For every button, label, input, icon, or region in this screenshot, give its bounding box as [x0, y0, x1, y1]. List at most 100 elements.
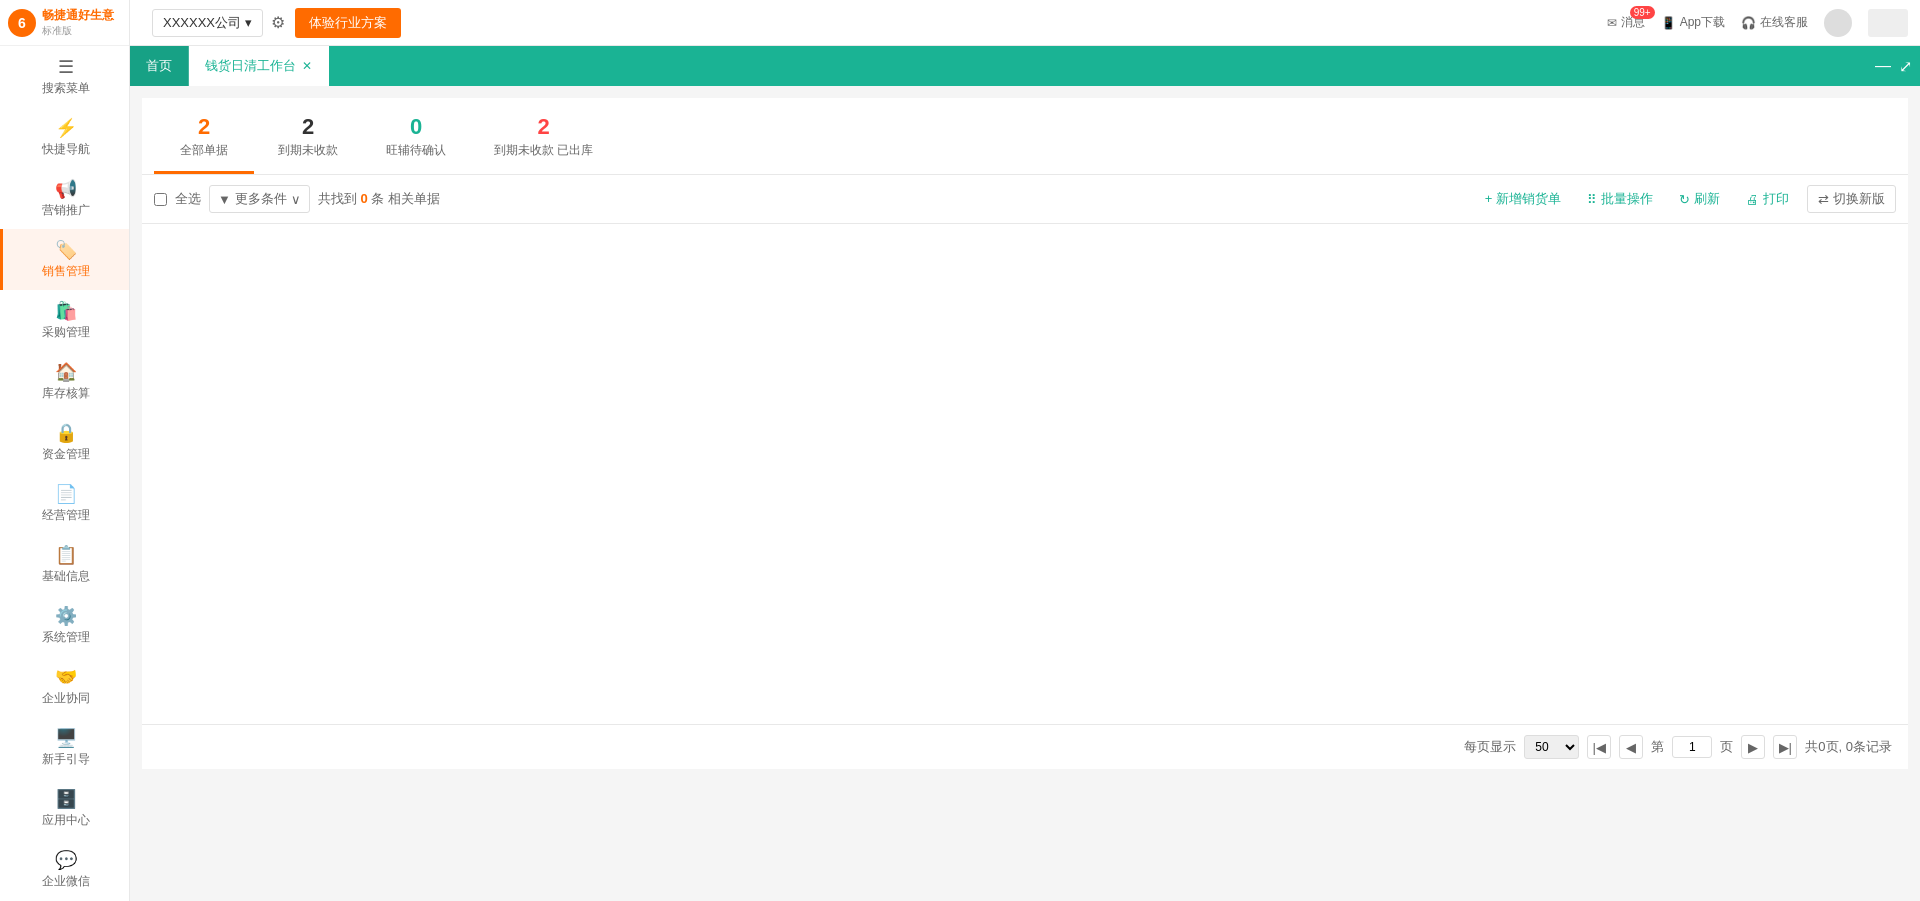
- sidebar-item-search-menu[interactable]: ☰ 搜索菜单: [0, 46, 129, 107]
- maximize-icon[interactable]: ⤢: [1899, 57, 1912, 76]
- sidebar-item-cooperation[interactable]: 🤝 企业协同: [0, 656, 129, 717]
- filter-icon: ▼: [218, 192, 231, 207]
- sidebar-item-operations[interactable]: 📄 经营管理: [0, 473, 129, 534]
- inventory-icon: 🏠: [55, 361, 77, 383]
- tab-close-icon[interactable]: ✕: [302, 59, 312, 73]
- search-menu-icon: ☰: [58, 56, 74, 78]
- stat-label-overdue-shipped: 到期未收款 已出库: [494, 142, 593, 159]
- switch-icon: ⇄: [1818, 192, 1829, 207]
- settings-button[interactable]: ⚙: [271, 13, 285, 32]
- marketing-icon: 📢: [55, 178, 77, 200]
- wechat-icon: 💬: [55, 849, 77, 871]
- app-download-button[interactable]: 📱 App下载: [1661, 14, 1725, 31]
- message-button[interactable]: ✉ 消息 99+: [1607, 14, 1645, 31]
- app-center-icon: 🗄️: [55, 788, 77, 810]
- filter-chevron-icon: ∨: [291, 192, 301, 207]
- app-version: 标准版: [42, 24, 114, 38]
- sidebar-item-sales[interactable]: 🏷️ 销售管理: [0, 229, 129, 290]
- found-count: 0: [361, 191, 368, 206]
- next-page-button[interactable]: ▶: [1741, 735, 1765, 759]
- filter-label: 更多条件: [235, 190, 287, 208]
- select-all-label: 全选: [175, 190, 201, 208]
- sidebar-item-quick-nav[interactable]: ⚡ 快捷导航: [0, 107, 129, 168]
- tab-workbench-label: 钱货日清工作台: [205, 57, 296, 75]
- system-icon: ⚙️: [55, 605, 77, 627]
- cooperation-icon: 🤝: [55, 666, 77, 688]
- toolbar-right: + 新增销货单 ⠿ 批量操作 ↻ 刷新 🖨 打印 ⇄ 切换新版: [1477, 185, 1896, 213]
- sidebar-item-marketing[interactable]: 📢 营销推广: [0, 168, 129, 229]
- batch-icon: ⠿: [1587, 192, 1597, 207]
- sidebar-item-inventory[interactable]: 🏠 库存核算: [0, 351, 129, 412]
- tab-home[interactable]: 首页: [130, 46, 189, 86]
- first-page-button[interactable]: |◀: [1587, 735, 1611, 759]
- user-menu[interactable]: [1868, 9, 1908, 37]
- nav-controls: — ⤢: [1875, 57, 1920, 76]
- service-icon: 🎧: [1741, 16, 1756, 30]
- stat-num-overdue: 2: [302, 114, 314, 140]
- refresh-button[interactable]: ↻ 刷新: [1671, 186, 1728, 212]
- logo-icon: 6: [8, 9, 36, 37]
- sidebar-item-app-center[interactable]: 🗄️ 应用中心: [0, 778, 129, 839]
- content-panel: 2 全部单据 2 到期未收款 0 旺辅待确认 2 到期未收款 已出库 全选 ▼ …: [142, 98, 1908, 769]
- page-size-label: 每页显示: [1464, 738, 1516, 756]
- company-selector[interactable]: XXXXXX公司 ▾: [152, 9, 263, 37]
- experience-button[interactable]: 体验行业方案: [295, 8, 401, 38]
- stat-tab-overdue-shipped[interactable]: 2 到期未收款 已出库: [470, 106, 617, 174]
- page-number-input[interactable]: [1672, 736, 1712, 758]
- stat-num-all: 2: [198, 114, 210, 140]
- sidebar-item-wechat[interactable]: 💬 企业微信: [0, 839, 129, 900]
- sidebar: 6 畅捷通好生意 标准版 ☰ 搜索菜单 ⚡ 快捷导航 📢 营销推广 🏷️ 销售管…: [0, 0, 130, 901]
- top-header: XXXXXX公司 ▾ ⚙ 体验行业方案 ✉ 消息 99+ 📱 App下载 🎧 在…: [130, 0, 1920, 46]
- page-label2: 页: [1720, 738, 1733, 756]
- header-right: ✉ 消息 99+ 📱 App下载 🎧 在线客服: [1607, 9, 1908, 37]
- total-records: 共0页, 0条记录: [1805, 738, 1892, 756]
- quick-nav-icon: ⚡: [55, 117, 77, 139]
- stat-num-pending: 0: [410, 114, 422, 140]
- page-size-select[interactable]: 50 100 200: [1524, 735, 1579, 759]
- stats-tabs: 2 全部单据 2 到期未收款 0 旺辅待确认 2 到期未收款 已出库: [142, 98, 1908, 175]
- stat-tab-overdue[interactable]: 2 到期未收款: [254, 106, 362, 174]
- operations-icon: 📄: [55, 483, 77, 505]
- online-service-button[interactable]: 🎧 在线客服: [1741, 14, 1808, 31]
- online-service-label: 在线客服: [1760, 14, 1808, 31]
- sidebar-item-finance[interactable]: 🔒 资金管理: [0, 412, 129, 473]
- finance-icon: 🔒: [55, 422, 77, 444]
- message-badge: 99+: [1630, 6, 1655, 19]
- toolbar: 全选 ▼ 更多条件 ∨ 共找到 0 条 相关单据 + 新增销货单 ⠿ 批量操作 …: [142, 175, 1908, 224]
- refresh-icon: ↻: [1679, 192, 1690, 207]
- batch-operation-button[interactable]: ⠿ 批量操作: [1579, 186, 1661, 212]
- download-icon: 📱: [1661, 16, 1676, 30]
- sidebar-item-guide[interactable]: 🖥️ 新手引导: [0, 717, 129, 778]
- new-order-button[interactable]: + 新增销货单: [1477, 186, 1569, 212]
- company-dropdown-icon: ▾: [245, 15, 252, 30]
- select-all-checkbox[interactable]: [154, 193, 167, 206]
- last-page-button[interactable]: ▶|: [1773, 735, 1797, 759]
- user-avatar[interactable]: [1824, 9, 1852, 37]
- purchase-icon: 🛍️: [55, 300, 77, 322]
- page-label: 第: [1651, 738, 1664, 756]
- filter-button[interactable]: ▼ 更多条件 ∨: [209, 185, 310, 213]
- prev-page-button[interactable]: ◀: [1619, 735, 1643, 759]
- sidebar-item-basic-info[interactable]: 📋 基础信息: [0, 534, 129, 595]
- stat-num-overdue-shipped: 2: [538, 114, 550, 140]
- stat-label-pending: 旺辅待确认: [386, 142, 446, 159]
- table-area: [142, 224, 1908, 724]
- sidebar-item-purchase[interactable]: 🛍️ 采购管理: [0, 290, 129, 351]
- nav-tabs: 首页 钱货日清工作台 ✕ — ⤢: [130, 46, 1920, 86]
- print-button[interactable]: 🖨 打印: [1738, 186, 1797, 212]
- stat-label-all: 全部单据: [180, 142, 228, 159]
- tab-work-bench[interactable]: 钱货日清工作台 ✕: [189, 46, 329, 86]
- company-name: XXXXXX公司: [163, 14, 241, 32]
- basic-info-icon: 📋: [55, 544, 77, 566]
- sidebar-item-system[interactable]: ⚙️ 系统管理: [0, 595, 129, 656]
- switch-version-button[interactable]: ⇄ 切换新版: [1807, 185, 1896, 213]
- stat-tab-pending[interactable]: 0 旺辅待确认: [362, 106, 470, 174]
- tab-home-label: 首页: [146, 57, 172, 75]
- minimize-icon[interactable]: —: [1875, 57, 1891, 75]
- stat-label-overdue: 到期未收款: [278, 142, 338, 159]
- sales-icon: 🏷️: [55, 239, 77, 261]
- app-name: 畅捷通好生意: [42, 7, 114, 24]
- app-download-label: App下载: [1680, 14, 1725, 31]
- stat-tab-all[interactable]: 2 全部单据: [154, 106, 254, 174]
- print-icon: 🖨: [1746, 192, 1759, 207]
